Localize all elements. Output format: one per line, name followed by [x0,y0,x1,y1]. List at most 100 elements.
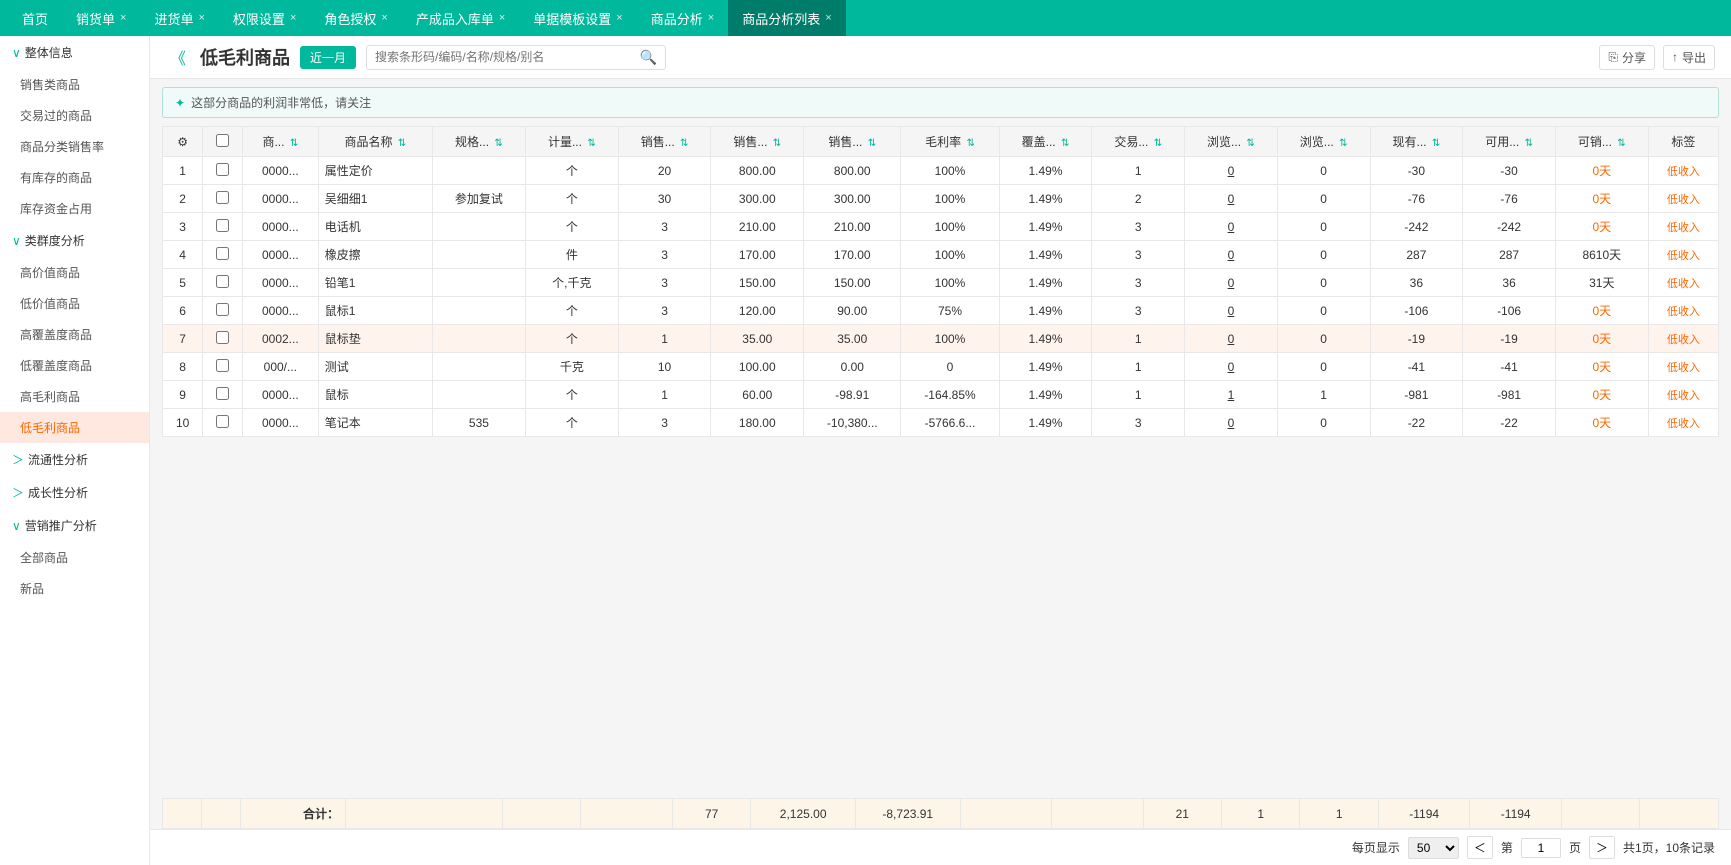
cell-sales-profit: 170.00 [804,241,901,269]
nav-item-products[interactable]: 产成品入库单 × [402,0,519,36]
nav-close-analysis-list[interactable]: × [825,12,831,24]
nav-close-products[interactable]: × [499,12,505,24]
nav-item-templates[interactable]: 单据模板设置 × [519,0,636,36]
sidebar-item-traded-goods[interactable]: 交易过的商品 [0,100,149,131]
row-checkbox[interactable] [216,191,229,204]
nav-close-roles[interactable]: × [381,12,387,24]
prev-page-button[interactable]: ＜ [1467,836,1493,859]
nav-item-sales[interactable]: 销货单 × [62,0,140,36]
sidebar-item-category-rate[interactable]: 商品分类销售率 [0,131,149,162]
nav-item-roles[interactable]: 角色授权 × [310,0,401,36]
sidebar-item-low-profit[interactable]: 低毛利商品 [0,412,149,443]
browse1-link[interactable]: 1 [1228,388,1235,402]
col-sales-amount[interactable]: 销售... ⇅ [711,127,804,157]
nav-close-analysis[interactable]: × [708,12,714,24]
browse1-link[interactable]: 0 [1228,192,1235,206]
cell-checkbox[interactable] [203,241,243,269]
total-available: -1194 [1470,799,1562,829]
col-tag[interactable]: 标签 [1648,127,1718,157]
page-input[interactable]: 1 [1521,838,1561,858]
nav-close-sales[interactable]: × [120,12,126,24]
cell-checkbox[interactable] [203,269,243,297]
col-browse1[interactable]: 浏览... ⇅ [1185,127,1278,157]
cell-transaction: 1 [1092,157,1185,185]
sidebar-item-low-value[interactable]: 低价值商品 [0,288,149,319]
col-transaction[interactable]: 交易... ⇅ [1092,127,1185,157]
collapse-sidebar-button[interactable]: 《 [166,45,190,69]
col-sales-profit[interactable]: 销售... ⇅ [804,127,901,157]
sidebar-item-capital-usage[interactable]: 库存资金占用 [0,193,149,224]
row-checkbox[interactable] [216,275,229,288]
col-saleable[interactable]: 可销... ⇅ [1555,127,1648,157]
sidebar-item-high-value[interactable]: 高价值商品 [0,257,149,288]
cell-checkbox[interactable] [203,325,243,353]
browse1-link[interactable]: 0 [1228,164,1235,178]
period-button[interactable]: 近一月 [300,46,356,69]
sidebar-group-overview-header[interactable]: ∨ 整体信息 [0,36,149,69]
browse1-link[interactable]: 0 [1228,416,1235,430]
col-checkbox[interactable] [203,127,243,157]
total-sales-profit: -8,723.91 [855,799,960,829]
row-checkbox[interactable] [216,387,229,400]
row-checkbox[interactable] [216,331,229,344]
select-all-checkbox[interactable] [216,134,229,147]
col-settings[interactable]: ⚙ [163,127,203,157]
browse1-link[interactable]: 0 [1228,332,1235,346]
col-browse2[interactable]: 浏览... ⇅ [1277,127,1370,157]
cell-checkbox[interactable] [203,297,243,325]
browse1-link[interactable]: 0 [1228,248,1235,262]
sidebar-item-high-coverage[interactable]: 高覆盖度商品 [0,319,149,350]
cell-sales-profit: 800.00 [804,157,901,185]
per-page-select[interactable]: 50 20 100 [1408,837,1459,859]
nav-close-permissions[interactable]: × [290,12,296,24]
sidebar-item-all-goods[interactable]: 全部商品 [0,542,149,573]
col-name[interactable]: 商品名称 ⇅ [318,127,432,157]
sidebar-item-low-coverage[interactable]: 低覆盖度商品 [0,350,149,381]
nav-item-home[interactable]: 首页 [8,0,62,36]
row-checkbox[interactable] [216,163,229,176]
sidebar-group-liquidity-header[interactable]: ＞ 流通性分析 [0,443,149,476]
nav-item-purchase[interactable]: 进货单 × [140,0,218,36]
share-button[interactable]: ⎘ 分享 [1599,45,1655,70]
sidebar-item-new-goods[interactable]: 新品 [0,573,149,604]
cell-checkbox[interactable] [203,157,243,185]
nav-item-permissions[interactable]: 权限设置 × [219,0,310,36]
next-page-button[interactable]: ＞ [1589,836,1615,859]
col-coverage[interactable]: 覆盖... ⇅ [999,127,1092,157]
col-available[interactable]: 可用... ⇅ [1463,127,1556,157]
browse1-link[interactable]: 0 [1228,220,1235,234]
cell-sales-amount: 120.00 [711,297,804,325]
row-checkbox[interactable] [216,219,229,232]
search-input[interactable] [375,50,640,64]
export-button[interactable]: ↑ 导出 [1663,45,1715,70]
row-checkbox[interactable] [216,303,229,316]
cell-checkbox[interactable] [203,409,243,437]
cell-checkbox[interactable] [203,185,243,213]
cell-checkbox[interactable] [203,353,243,381]
col-sales-count[interactable]: 销售... ⇅ [618,127,711,157]
row-checkbox[interactable] [216,415,229,428]
sidebar-item-high-profit[interactable]: 高毛利商品 [0,381,149,412]
cell-checkbox[interactable] [203,213,243,241]
nav-close-templates[interactable]: × [616,12,622,24]
sidebar-item-sales-goods[interactable]: 销售类商品 [0,69,149,100]
sidebar-group-cluster-header[interactable]: ∨ 类群度分析 [0,224,149,257]
col-code[interactable]: 商... ⇅ [242,127,318,157]
browse1-link[interactable]: 0 [1228,276,1235,290]
row-checkbox[interactable] [216,359,229,372]
nav-close-purchase[interactable]: × [198,12,204,24]
col-unit[interactable]: 计量... ⇅ [525,127,618,157]
nav-item-analysis-list[interactable]: 商品分析列表 × [728,0,845,36]
browse1-link[interactable]: 0 [1228,360,1235,374]
row-checkbox[interactable] [216,247,229,260]
col-gross-rate[interactable]: 毛利率 ⇅ [901,127,999,157]
nav-item-analysis[interactable]: 商品分析 × [637,0,728,36]
col-spec[interactable]: 规格... ⇅ [432,127,525,157]
sidebar-group-marketing-header[interactable]: ∨ 营销推广分析 [0,509,149,542]
sidebar-group-growth-header[interactable]: ＞ 成长性分析 [0,476,149,509]
browse1-link[interactable]: 0 [1228,304,1235,318]
cell-browse1: 0 [1185,325,1278,353]
sidebar-item-inventory-goods[interactable]: 有库存的商品 [0,162,149,193]
cell-checkbox[interactable] [203,381,243,409]
col-current-stock[interactable]: 现有... ⇅ [1370,127,1463,157]
